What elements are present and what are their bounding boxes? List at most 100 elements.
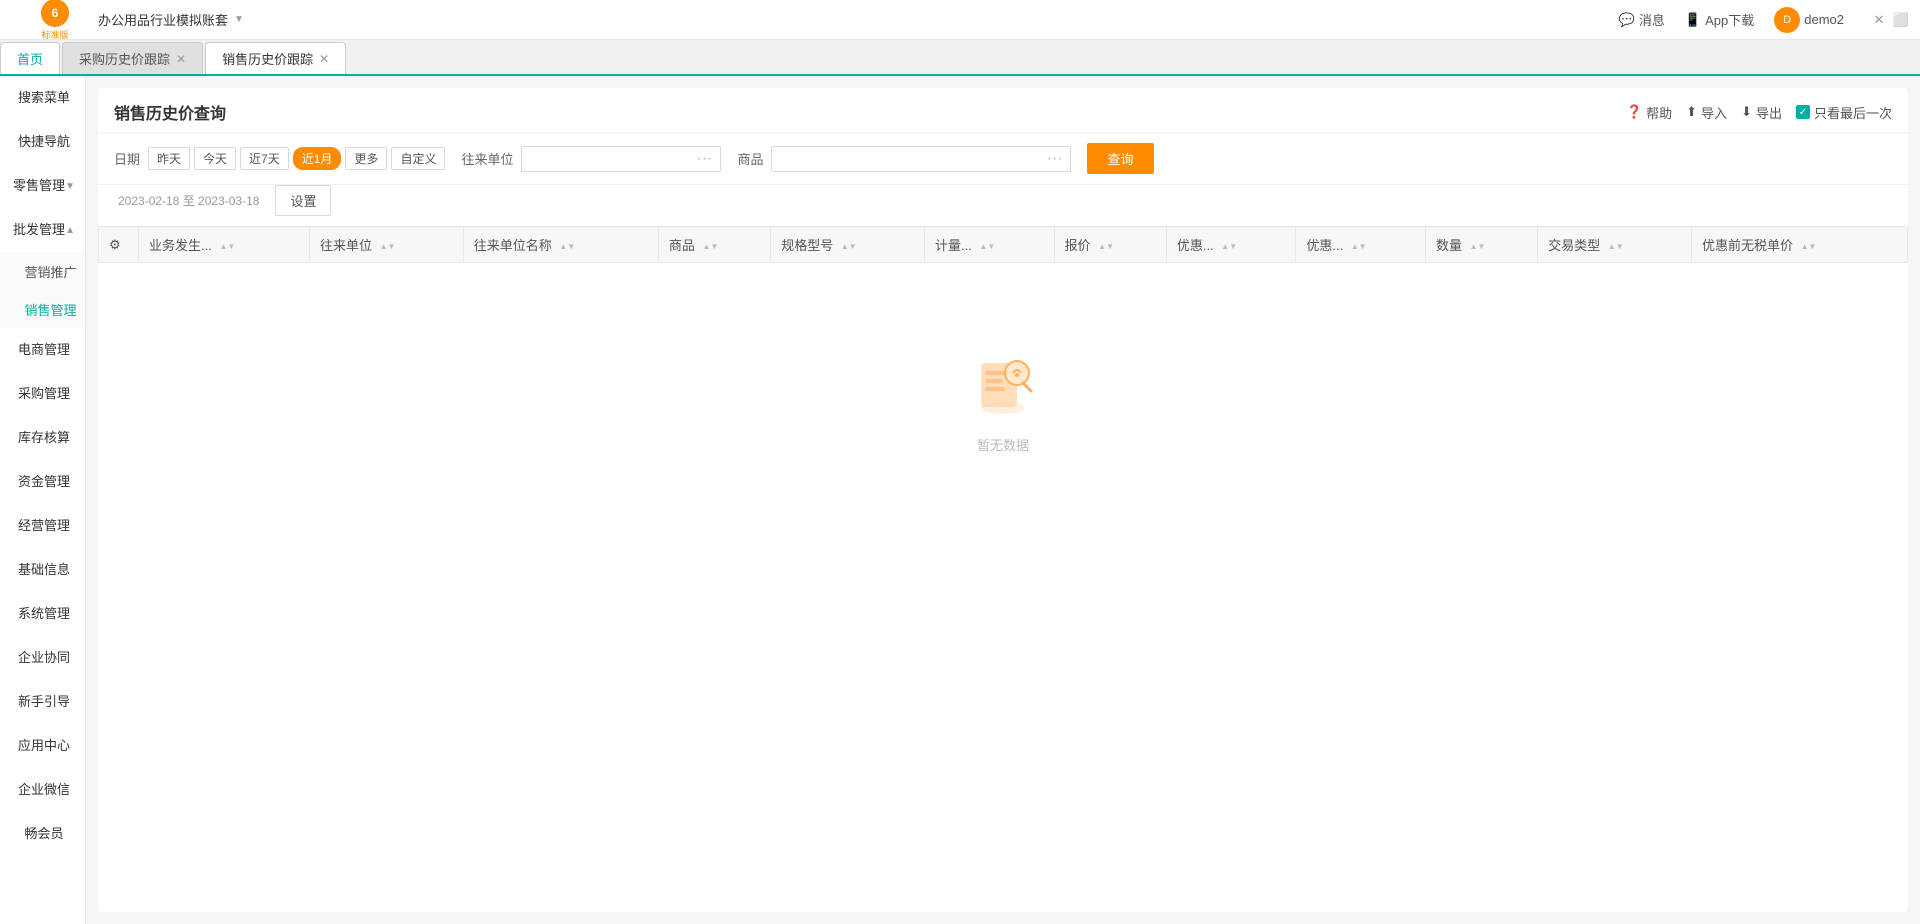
sidebar-item-guide[interactable]: 新手引导 bbox=[0, 680, 85, 724]
th-quantity[interactable]: 数量 ▲▼ bbox=[1425, 227, 1537, 263]
th-discount1[interactable]: 优惠... ▲▼ bbox=[1166, 227, 1296, 263]
partner-input[interactable]: ··· bbox=[521, 146, 721, 172]
sidebar-item-vip-label: 畅会员 bbox=[24, 826, 63, 843]
sort-icon: ▲▼ bbox=[1221, 242, 1237, 251]
sidebar-item-search-label: 搜索菜单 bbox=[18, 90, 70, 107]
date-filter-group: 日期 昨天 今天 近7天 近1月 更多 自定义 bbox=[114, 147, 445, 170]
sidebar-item-cooperation[interactable]: 企业协同 bbox=[0, 636, 85, 680]
tab-sales-history[interactable]: 销售历史价跟踪 ✕ bbox=[205, 42, 346, 74]
sidebar-item-enterprise-wechat[interactable]: 企业微信 bbox=[0, 768, 85, 812]
top-right-area: 💬 消息 📱 App下载 D demo2 ✕ ⬜ bbox=[1619, 7, 1908, 33]
date-btn-more[interactable]: 更多 bbox=[345, 147, 387, 170]
sidebar-item-quick-nav[interactable]: 快捷导航 bbox=[0, 120, 85, 164]
message-icon: 💬 bbox=[1619, 12, 1635, 28]
export-button[interactable]: ⬇ 导出 bbox=[1741, 103, 1782, 122]
sidebar-item-basic-info[interactable]: 基础信息 bbox=[0, 548, 85, 592]
date-label: 日期 bbox=[114, 149, 140, 168]
export-icon: ⬇ bbox=[1741, 104, 1752, 120]
sidebar-item-operations[interactable]: 经营管理 bbox=[0, 504, 85, 548]
query-button[interactable]: 查询 bbox=[1087, 143, 1153, 174]
close-window-button[interactable]: ✕ bbox=[1872, 13, 1886, 27]
sidebar-item-sales-mgmt[interactable]: 销售管理 bbox=[0, 290, 85, 328]
content-area: 销售历史价查询 ❓ 帮助 ⬆ 导入 ⬇ 导出 ✓ bbox=[86, 76, 1920, 924]
date-btn-1month[interactable]: 近1月 bbox=[293, 147, 342, 170]
sort-icon: ▲▼ bbox=[380, 242, 396, 251]
help-button[interactable]: ❓ 帮助 bbox=[1626, 103, 1672, 122]
goods-filter-group: 商品 ··· bbox=[737, 146, 1071, 172]
maximize-window-button[interactable]: ⬜ bbox=[1894, 13, 1908, 27]
settings-button[interactable]: 设置 bbox=[275, 185, 331, 216]
sort-icon: ▲▼ bbox=[1801, 242, 1817, 251]
sort-icon: ▲▼ bbox=[1351, 242, 1367, 251]
app-download-button[interactable]: 📱 App下载 bbox=[1685, 10, 1754, 29]
sort-icon: ▲▼ bbox=[703, 242, 719, 251]
last-one-checkbox[interactable]: ✓ 只看最后一次 bbox=[1796, 103, 1892, 122]
sidebar-item-wholesale-label: 批发管理 bbox=[13, 222, 65, 239]
sort-icon: ▲▼ bbox=[841, 242, 857, 251]
th-tax-price-label: 优惠前无税单价 bbox=[1702, 238, 1793, 253]
page-actions: ❓ 帮助 ⬆ 导入 ⬇ 导出 ✓ 只看最后一次 bbox=[1626, 103, 1892, 122]
sidebar-item-wholesale[interactable]: 批发管理 ▲ bbox=[0, 208, 85, 252]
th-partner-name[interactable]: 往来单位名称 ▲▼ bbox=[463, 227, 658, 263]
empty-text: 暂无数据 bbox=[977, 435, 1029, 454]
th-trade-type[interactable]: 交易类型 ▲▼ bbox=[1538, 227, 1692, 263]
date-btn-7days[interactable]: 近7天 bbox=[240, 147, 289, 170]
partner-label: 往来单位 bbox=[461, 149, 513, 168]
sidebar-item-search[interactable]: 搜索菜单 bbox=[0, 76, 85, 120]
avatar: D bbox=[1774, 7, 1800, 33]
app-selector[interactable]: 办公用品行业模拟账套 ▼ bbox=[98, 10, 1619, 29]
chevron-down-icon: ▼ bbox=[234, 14, 244, 25]
empty-state: 暂无数据 bbox=[98, 263, 1908, 534]
tab-purchase-history[interactable]: 采购历史价跟踪 ✕ bbox=[62, 42, 203, 74]
date-btn-custom[interactable]: 自定义 bbox=[391, 147, 445, 170]
sidebar-item-enterprise-wechat-label: 企业微信 bbox=[18, 782, 70, 799]
th-spec[interactable]: 规格型号 ▲▼ bbox=[771, 227, 925, 263]
date-btn-today[interactable]: 今天 bbox=[194, 147, 236, 170]
message-button[interactable]: 💬 消息 bbox=[1619, 10, 1665, 29]
sidebar-item-vip[interactable]: 畅会员 bbox=[0, 812, 85, 856]
sort-icon: ▲▼ bbox=[559, 242, 575, 251]
user-menu[interactable]: D demo2 bbox=[1774, 7, 1844, 33]
page-title: 销售历史价查询 bbox=[114, 100, 226, 124]
import-button[interactable]: ⬆ 导入 bbox=[1686, 103, 1727, 122]
th-unit[interactable]: 计量... ▲▼ bbox=[924, 227, 1054, 263]
sidebar-item-ecommerce-label: 电商管理 bbox=[18, 342, 70, 359]
th-discount2[interactable]: 优惠... ▲▼ bbox=[1296, 227, 1426, 263]
sidebar-item-operations-label: 经营管理 bbox=[18, 518, 70, 535]
table-container: ⚙ 业务发生... ▲▼ 往来单位 ▲▼ 往来单位名称 bbox=[98, 226, 1908, 912]
import-icon: ⬆ bbox=[1686, 104, 1697, 120]
th-biz-date-label: 业务发生... bbox=[149, 238, 212, 253]
th-partner-code[interactable]: 往来单位 ▲▼ bbox=[310, 227, 464, 263]
date-btn-yesterday[interactable]: 昨天 bbox=[148, 147, 190, 170]
sort-icon: ▲▼ bbox=[979, 242, 995, 251]
sidebar-item-system[interactable]: 系统管理 bbox=[0, 592, 85, 636]
sidebar-item-marketing[interactable]: 营销推广 bbox=[0, 252, 85, 290]
tab-sales-history-close[interactable]: ✕ bbox=[319, 52, 329, 66]
empty-illustration bbox=[963, 343, 1043, 423]
tab-purchase-history-close[interactable]: ✕ bbox=[176, 52, 186, 66]
partner-dots-icon: ··· bbox=[696, 150, 712, 168]
th-tax-price[interactable]: 优惠前无税单价 ▲▼ bbox=[1692, 227, 1908, 263]
chevron-down-icon: ▼ bbox=[65, 180, 75, 193]
logo-icon: 6 bbox=[41, 0, 69, 27]
sidebar-item-purchase[interactable]: 采购管理 bbox=[0, 372, 85, 416]
date-range-display: 2023-02-18 至 2023-03-18 bbox=[118, 192, 259, 209]
sort-icon: ▲▼ bbox=[219, 242, 235, 251]
sidebar-item-inventory[interactable]: 库存核算 bbox=[0, 416, 85, 460]
sidebar-item-finance[interactable]: 资金管理 bbox=[0, 460, 85, 504]
th-biz-date[interactable]: 业务发生... ▲▼ bbox=[139, 227, 310, 263]
sidebar-item-retail[interactable]: 零售管理 ▼ bbox=[0, 164, 85, 208]
th-goods[interactable]: 商品 ▲▼ bbox=[658, 227, 770, 263]
goods-input[interactable]: ··· bbox=[771, 146, 1071, 172]
sidebar-item-ecommerce[interactable]: 电商管理 bbox=[0, 328, 85, 372]
sidebar-item-app-center[interactable]: 应用中心 bbox=[0, 724, 85, 768]
th-goods-label: 商品 bbox=[669, 238, 695, 253]
th-settings[interactable]: ⚙ bbox=[99, 227, 139, 263]
th-unit-label: 计量... bbox=[935, 238, 972, 253]
th-price[interactable]: 报价 ▲▼ bbox=[1054, 227, 1166, 263]
filter-area: 日期 昨天 今天 近7天 近1月 更多 自定义 往来单位 ··· bbox=[98, 133, 1908, 185]
sidebar-item-finance-label: 资金管理 bbox=[18, 474, 70, 491]
data-table: ⚙ 业务发生... ▲▼ 往来单位 ▲▼ 往来单位名称 bbox=[98, 226, 1908, 263]
tab-home[interactable]: 首页 bbox=[0, 42, 60, 74]
sidebar-item-system-label: 系统管理 bbox=[18, 606, 70, 623]
